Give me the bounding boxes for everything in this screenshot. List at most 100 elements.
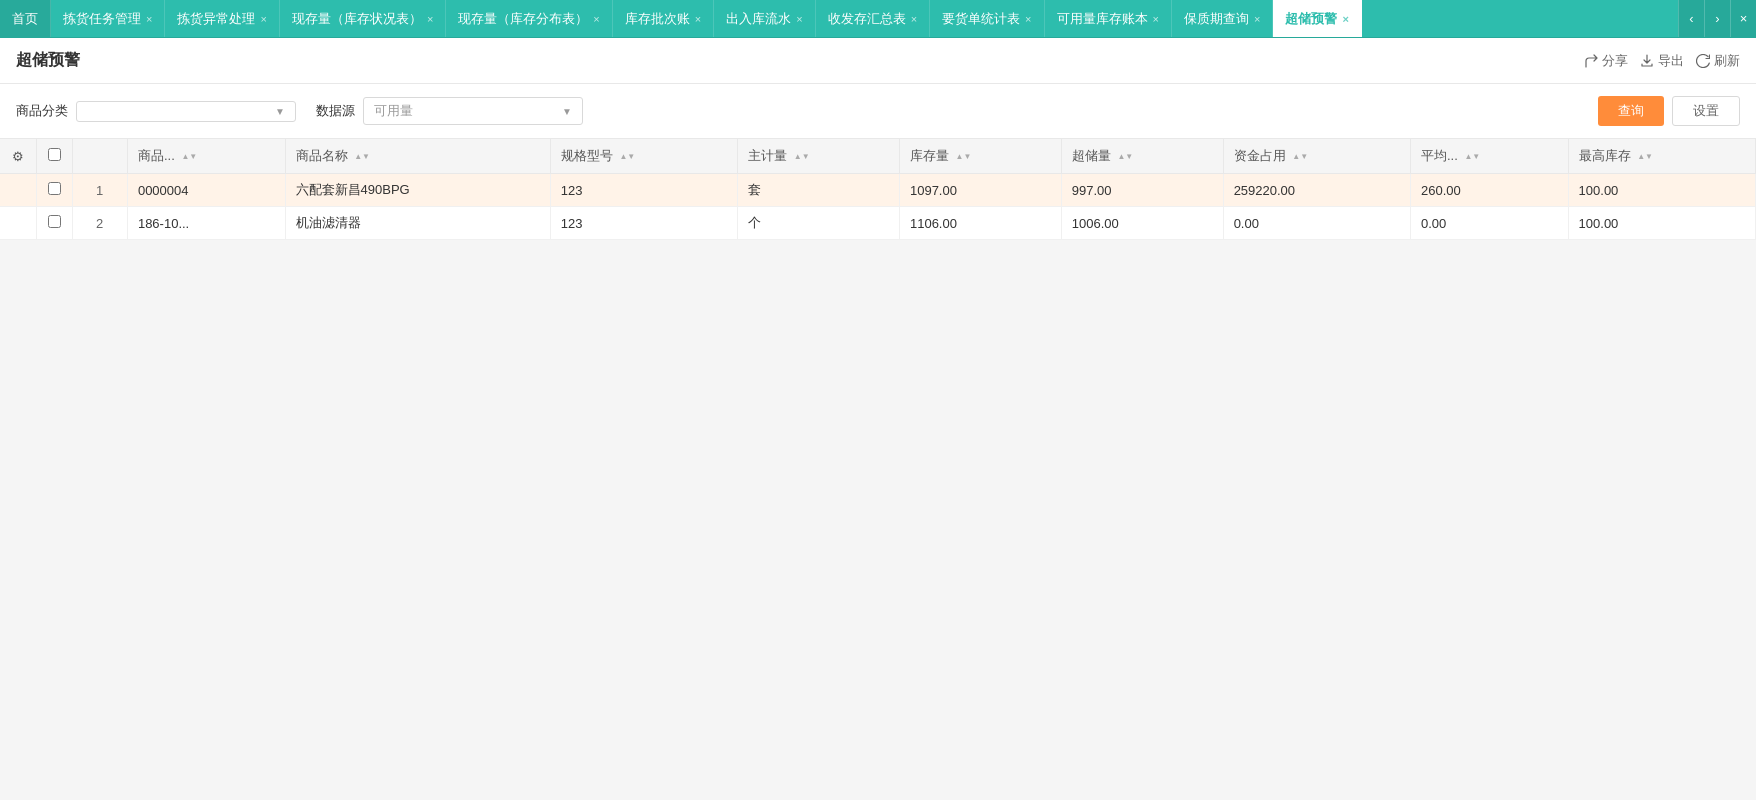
filter-bar: 商品分类 ▼ 数据源 可用量 ▼ 查询 设置 <box>0 84 1756 139</box>
sort-icon-product-code: ▲▼ <box>181 153 197 161</box>
nav-close-available-account[interactable]: × <box>1153 13 1159 25</box>
page-container: 超储预警 分享 导出 刷新 <box>0 38 1756 240</box>
category-select[interactable]: ▼ <box>76 101 296 122</box>
nav-close-quality-check[interactable]: × <box>1254 13 1260 25</box>
nav-item-inout-flow[interactable]: 出入库流水 × <box>714 0 815 38</box>
table-body: 1 0000004 六配套新昌490BPG 123 套 1097.00 997.… <box>0 174 1756 240</box>
row-num-1: 2 <box>72 207 127 240</box>
nav-item-abnormal[interactable]: 拣货异常处理 × <box>165 0 279 38</box>
row-avg-0: 260.00 <box>1410 174 1568 207</box>
col-unit[interactable]: 主计量 ▲▼ <box>738 139 900 174</box>
export-button[interactable]: 导出 <box>1640 52 1684 70</box>
nav-close-task-mgmt[interactable]: × <box>146 13 152 25</box>
sort-icon-overstock-qty: ▲▼ <box>1117 153 1133 161</box>
refresh-button[interactable]: 刷新 <box>1696 52 1740 70</box>
col-capital-occupy[interactable]: 资金占用 ▲▼ <box>1223 139 1410 174</box>
nav-item-available-account[interactable]: 可用量库存账本 × <box>1045 0 1172 38</box>
row-stock-qty-0: 1097.00 <box>899 174 1061 207</box>
datasource-filter-group: 数据源 可用量 ▼ <box>316 97 583 125</box>
datasource-select-value: 可用量 <box>374 102 413 120</box>
nav-arrow-close-all[interactable]: × <box>1730 0 1756 38</box>
sort-icon-max-stock: ▲▼ <box>1637 153 1653 161</box>
nav-arrow-right[interactable]: › <box>1704 0 1730 38</box>
nav-item-collect-summary[interactable]: 收发存汇总表 × <box>816 0 930 38</box>
category-dropdown-icon: ▼ <box>275 106 285 117</box>
share-button[interactable]: 分享 <box>1584 52 1628 70</box>
row-max-stock-0: 100.00 <box>1568 174 1755 207</box>
table-row: 1 0000004 六配套新昌490BPG 123 套 1097.00 997.… <box>0 174 1756 207</box>
nav-item-task-mgmt[interactable]: 拣货任务管理 × <box>51 0 165 38</box>
table-header-row: ⚙ 商品... ▲▼ 商品名称 ▲▼ 规格型号 ▲▼ <box>0 139 1756 174</box>
nav-close-abnormal[interactable]: × <box>260 13 266 25</box>
sort-icon-spec: ▲▼ <box>619 153 635 161</box>
datasource-dropdown-icon: ▼ <box>562 106 572 117</box>
nav-close-collect-summary[interactable]: × <box>911 13 917 25</box>
share-icon <box>1584 54 1598 68</box>
nav-item-inventory-dist[interactable]: 现存量（库存分布表） × <box>446 0 612 38</box>
refresh-icon <box>1696 54 1710 68</box>
sort-icon-avg: ▲▼ <box>1464 153 1480 161</box>
sort-icon-capital-occupy: ▲▼ <box>1292 153 1308 161</box>
row-max-stock-1: 100.00 <box>1568 207 1755 240</box>
row-avg-1: 0.00 <box>1410 207 1568 240</box>
row-overstock-qty-0: 997.00 <box>1061 174 1223 207</box>
row-unit-0: 套 <box>738 174 900 207</box>
row-checkbox-input-0[interactable] <box>48 182 61 195</box>
nav-item-overstock[interactable]: 超储预警 × <box>1273 0 1361 38</box>
col-max-stock[interactable]: 最高库存 ▲▼ <box>1568 139 1755 174</box>
col-gear[interactable]: ⚙ <box>0 139 36 174</box>
row-overstock-qty-1: 1006.00 <box>1061 207 1223 240</box>
col-overstock-qty[interactable]: 超储量 ▲▼ <box>1061 139 1223 174</box>
query-button[interactable]: 查询 <box>1598 96 1664 126</box>
nav-item-batch-account[interactable]: 库存批次账 × <box>613 0 714 38</box>
nav-close-overstock[interactable]: × <box>1342 13 1348 25</box>
col-stock-qty[interactable]: 库存量 ▲▼ <box>899 139 1061 174</box>
nav-arrow-left[interactable]: ‹ <box>1678 0 1704 38</box>
row-spec-0: 123 <box>550 174 737 207</box>
nav-close-order-stats[interactable]: × <box>1025 13 1031 25</box>
row-num-0: 1 <box>72 174 127 207</box>
row-product-name-1: 机油滤清器 <box>285 207 550 240</box>
settings-button[interactable]: 设置 <box>1672 96 1740 126</box>
row-capital-occupy-1: 0.00 <box>1223 207 1410 240</box>
col-product-code[interactable]: 商品... ▲▼ <box>127 139 285 174</box>
col-avg[interactable]: 平均... ▲▼ <box>1410 139 1568 174</box>
table-row: 2 186-10... 机油滤清器 123 个 1106.00 1006.00 … <box>0 207 1756 240</box>
row-product-name-0: 六配套新昌490BPG <box>285 174 550 207</box>
nav-item-inventory-status[interactable]: 现存量（库存状况表） × <box>280 0 446 38</box>
nav-item-quality-check[interactable]: 保质期查询 × <box>1172 0 1273 38</box>
category-label: 商品分类 <box>16 102 68 120</box>
col-spec[interactable]: 规格型号 ▲▼ <box>550 139 737 174</box>
sort-icon-stock-qty: ▲▼ <box>956 153 972 161</box>
col-checkbox <box>36 139 72 174</box>
export-icon <box>1640 54 1654 68</box>
nav-item-home[interactable]: 首页 <box>0 0 51 38</box>
col-product-name[interactable]: 商品名称 ▲▼ <box>285 139 550 174</box>
col-row-num <box>72 139 127 174</box>
filter-actions: 查询 设置 <box>1598 96 1740 126</box>
nav-close-batch-account[interactable]: × <box>695 13 701 25</box>
category-filter-group: 商品分类 ▼ <box>16 101 296 122</box>
nav-arrows-container: ‹ › × <box>1678 0 1756 38</box>
sort-icon-product-name: ▲▼ <box>354 153 370 161</box>
nav-item-order-stats[interactable]: 要货单统计表 × <box>930 0 1044 38</box>
page-header: 超储预警 分享 导出 刷新 <box>0 38 1756 84</box>
datasource-select[interactable]: 可用量 ▼ <box>363 97 583 125</box>
row-checkbox-1[interactable] <box>36 207 72 240</box>
select-all-checkbox[interactable] <box>48 148 61 161</box>
nav-close-inventory-dist[interactable]: × <box>593 13 599 25</box>
row-checkbox-input-1[interactable] <box>48 215 61 228</box>
page-title: 超储预警 <box>16 50 1584 71</box>
row-checkbox-0[interactable] <box>36 174 72 207</box>
data-table: ⚙ 商品... ▲▼ 商品名称 ▲▼ 规格型号 ▲▼ <box>0 139 1756 240</box>
nav-close-inventory-status[interactable]: × <box>427 13 433 25</box>
row-gear-1[interactable] <box>0 207 36 240</box>
sort-icon-unit: ▲▼ <box>794 153 810 161</box>
nav-close-inout-flow[interactable]: × <box>796 13 802 25</box>
row-product-code-1: 186-10... <box>127 207 285 240</box>
row-gear-0[interactable] <box>0 174 36 207</box>
row-product-code-0: 0000004 <box>127 174 285 207</box>
row-spec-1: 123 <box>550 207 737 240</box>
table-wrapper: ⚙ 商品... ▲▼ 商品名称 ▲▼ 规格型号 ▲▼ <box>0 139 1756 240</box>
header-actions: 分享 导出 刷新 <box>1584 52 1740 70</box>
